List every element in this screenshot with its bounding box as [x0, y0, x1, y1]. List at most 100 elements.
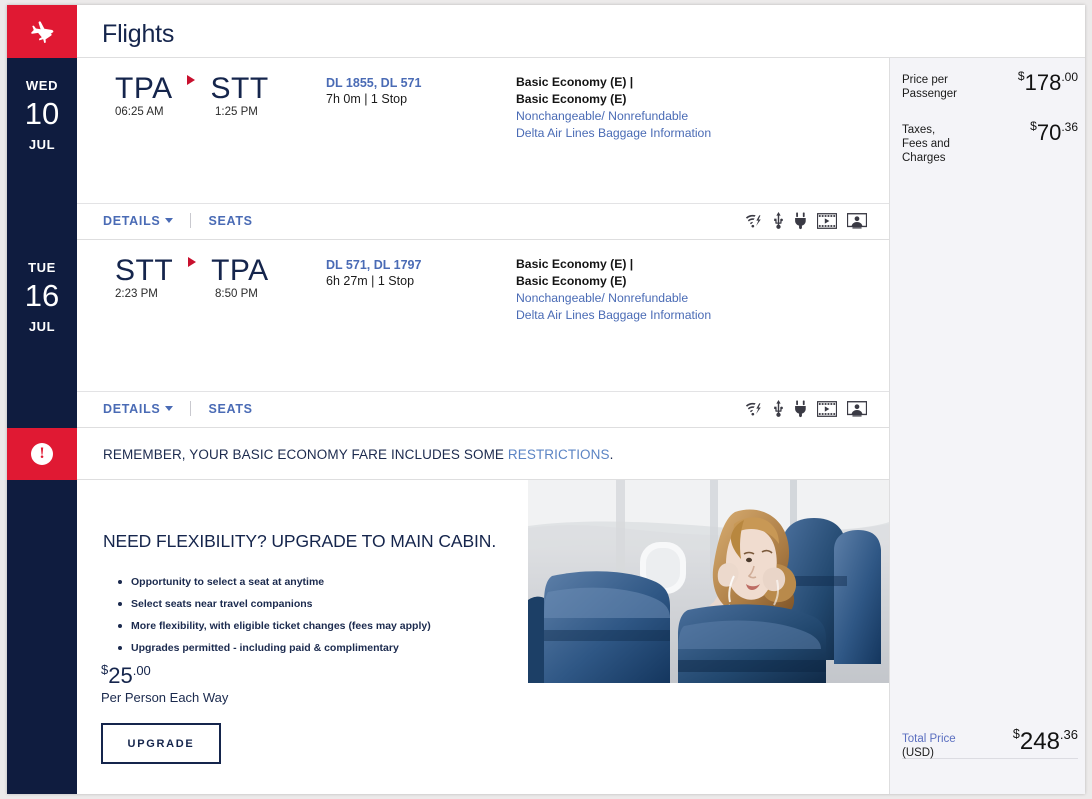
restrictions-alert-rail: !	[7, 428, 77, 480]
total-currency-note: (USD)	[902, 747, 934, 759]
action-divider	[190, 401, 192, 416]
action-divider	[190, 213, 192, 228]
inseat-entertainment-icon	[847, 401, 867, 417]
taxes-label-line2: Fees and	[902, 138, 950, 150]
flight-segment-2-actions: DETAILS SEATS	[77, 391, 889, 427]
fare-details-2: Basic Economy (E) | Basic Economy (E) No…	[516, 256, 711, 324]
wifi-icon	[745, 214, 763, 229]
fare-rule-link[interactable]: Nonchangeable/ Nonrefundable	[516, 290, 711, 307]
route-2: STT TPA	[115, 254, 269, 288]
restrictions-text-before: REMEMBER, YOUR BASIC ECONOMY FARE INCLUD…	[103, 447, 508, 462]
route-arrow-icon	[187, 75, 196, 85]
cabin-return-leg: Basic Economy (E)	[516, 274, 627, 288]
price-summary-panel: Price per Passenger $178.00 Taxes, Fees …	[889, 58, 1085, 794]
date-rail-segment-1: WED 10 JUL	[7, 58, 77, 240]
upgrade-price-caption: Per Person Each Way	[101, 690, 229, 705]
usb-icon	[773, 212, 784, 230]
wifi-icon	[745, 402, 763, 417]
depart-time: 2:23 PM	[115, 288, 158, 300]
restrictions-banner: REMEMBER, YOUR BASIC ECONOMY FARE INCLUD…	[77, 428, 889, 480]
list-item: Upgrades permitted - including paid & co…	[117, 642, 497, 654]
page-header: Flights	[7, 5, 1085, 58]
baggage-info-link[interactable]: Delta Air Lines Baggage Information	[516, 307, 711, 324]
price-currency: $	[1017, 69, 1025, 83]
flight-segment-1-main: TPA STT 06:25 AM 1:25 PM DL 1855, DL 571…	[77, 58, 889, 203]
total-amount: 248	[1019, 728, 1060, 755]
seats-button-2[interactable]: SEATS	[208, 402, 252, 416]
flight-segment-1: TPA STT 06:25 AM 1:25 PM DL 1855, DL 571…	[77, 58, 889, 240]
total-price-link[interactable]: Total Price	[902, 733, 956, 745]
cabin-return-leg: Basic Economy (E)	[516, 92, 627, 106]
date-month: JUL	[28, 319, 56, 334]
list-item: More flexibility, with eligible ticket c…	[117, 620, 497, 632]
taxes-amount: 70	[1036, 120, 1062, 145]
total-price-label: Total Price (USD)	[902, 732, 956, 760]
inseat-entertainment-icon	[847, 213, 867, 229]
details-label: DETAILS	[103, 401, 161, 416]
page-title: Flights	[102, 20, 175, 48]
duration-stops: 6h 27m | 1 Stop	[326, 274, 415, 288]
restrictions-text: REMEMBER, YOUR BASIC ECONOMY FARE INCLUD…	[103, 447, 613, 462]
price-per-passenger-label: Price per Passenger	[902, 73, 957, 101]
total-cents: .36	[1059, 727, 1078, 742]
arrive-time: 1:25 PM	[215, 106, 258, 118]
restrictions-link[interactable]: RESTRICTIONS	[508, 447, 610, 462]
fare-details-1: Basic Economy (E) | Basic Economy (E) No…	[516, 74, 711, 142]
flight-numbers-block-1: DL 1855, DL 571 7h 0m | 1 Stop	[326, 76, 421, 106]
promo-title: NEED FLEXIBILITY? UPGRADE TO MAIN CABIN.	[103, 531, 497, 551]
flight-segment-2-main: STT TPA 2:23 PM 8:50 PM DL 571, DL 1797 …	[77, 240, 889, 391]
taxes-label-line1: Taxes,	[902, 124, 936, 136]
power-outlet-icon	[794, 400, 807, 418]
price-amount: 178	[1024, 70, 1062, 95]
taxes-fees-value: $70.36	[1030, 119, 1078, 146]
baggage-info-link[interactable]: Delta Air Lines Baggage Information	[516, 125, 711, 142]
flight-numbers-block-2: DL 571, DL 1797 6h 27m | 1 Stop	[326, 258, 421, 288]
arrive-time: 8:50 PM	[215, 288, 258, 300]
airplane-icon	[29, 19, 55, 45]
flight-segment-2: STT TPA 2:23 PM 8:50 PM DL 571, DL 1797 …	[77, 240, 889, 428]
origin-code: TPA	[115, 72, 173, 105]
total-price-value: $248.36	[1013, 727, 1078, 756]
details-button-2[interactable]: DETAILS	[103, 401, 174, 416]
amenities-1	[745, 212, 867, 230]
price-cents: .00	[1061, 70, 1078, 84]
upgrade-button[interactable]: UPGRADE	[101, 723, 221, 764]
flight-segment-1-actions: DETAILS SEATS	[77, 203, 889, 239]
chevron-down-icon	[165, 217, 174, 223]
upgrade-price: $25.00	[101, 662, 151, 689]
details-button-1[interactable]: DETAILS	[103, 213, 174, 228]
seats-button-1[interactable]: SEATS	[208, 214, 252, 228]
price-label-line1: Price per	[902, 74, 949, 86]
taxes-label-line3: Charges	[902, 152, 946, 164]
chevron-down-icon	[165, 405, 174, 411]
movie-icon	[817, 213, 837, 229]
date-rail-segment-2: TUE 16 JUL	[7, 240, 77, 428]
woman-in-airplane-cabin-photo	[528, 480, 889, 683]
destination-code: STT	[210, 72, 269, 105]
promo-rail	[7, 480, 77, 794]
flight-numbers[interactable]: DL 1855, DL 571	[326, 76, 421, 90]
date-dow: WED	[25, 78, 59, 93]
cabin-outbound: Basic Economy (E) |	[516, 75, 634, 89]
total-price-row: Total Price (USD) $248.36	[902, 727, 1078, 766]
taxes-currency: $	[1030, 119, 1037, 133]
date-day: 10	[24, 96, 60, 131]
date-dow: TUE	[28, 260, 56, 275]
origin-code: STT	[115, 254, 174, 287]
amenities-2	[745, 400, 867, 418]
power-outlet-icon	[794, 212, 807, 230]
cabin-outbound: Basic Economy (E) |	[516, 257, 634, 271]
list-item: Opportunity to select a seat at anytime	[117, 576, 497, 588]
date-month: JUL	[28, 137, 56, 152]
date-day: 16	[24, 278, 60, 313]
depart-time: 06:25 AM	[115, 106, 164, 118]
details-label: DETAILS	[103, 213, 161, 228]
booking-card: Flights WED 10 JUL TPA STT 06:25 AM 1:25…	[7, 5, 1085, 794]
list-item: Select seats near travel companions	[117, 598, 497, 610]
flight-numbers[interactable]: DL 571, DL 1797	[326, 258, 421, 272]
upgrade-price-amount: 25	[108, 663, 133, 688]
price-per-passenger-value: $178.00	[1018, 69, 1078, 96]
fare-rule-link[interactable]: Nonchangeable/ Nonrefundable	[516, 108, 711, 125]
taxes-fees-label: Taxes, Fees and Charges	[902, 123, 950, 165]
route-arrow-icon	[187, 257, 196, 267]
